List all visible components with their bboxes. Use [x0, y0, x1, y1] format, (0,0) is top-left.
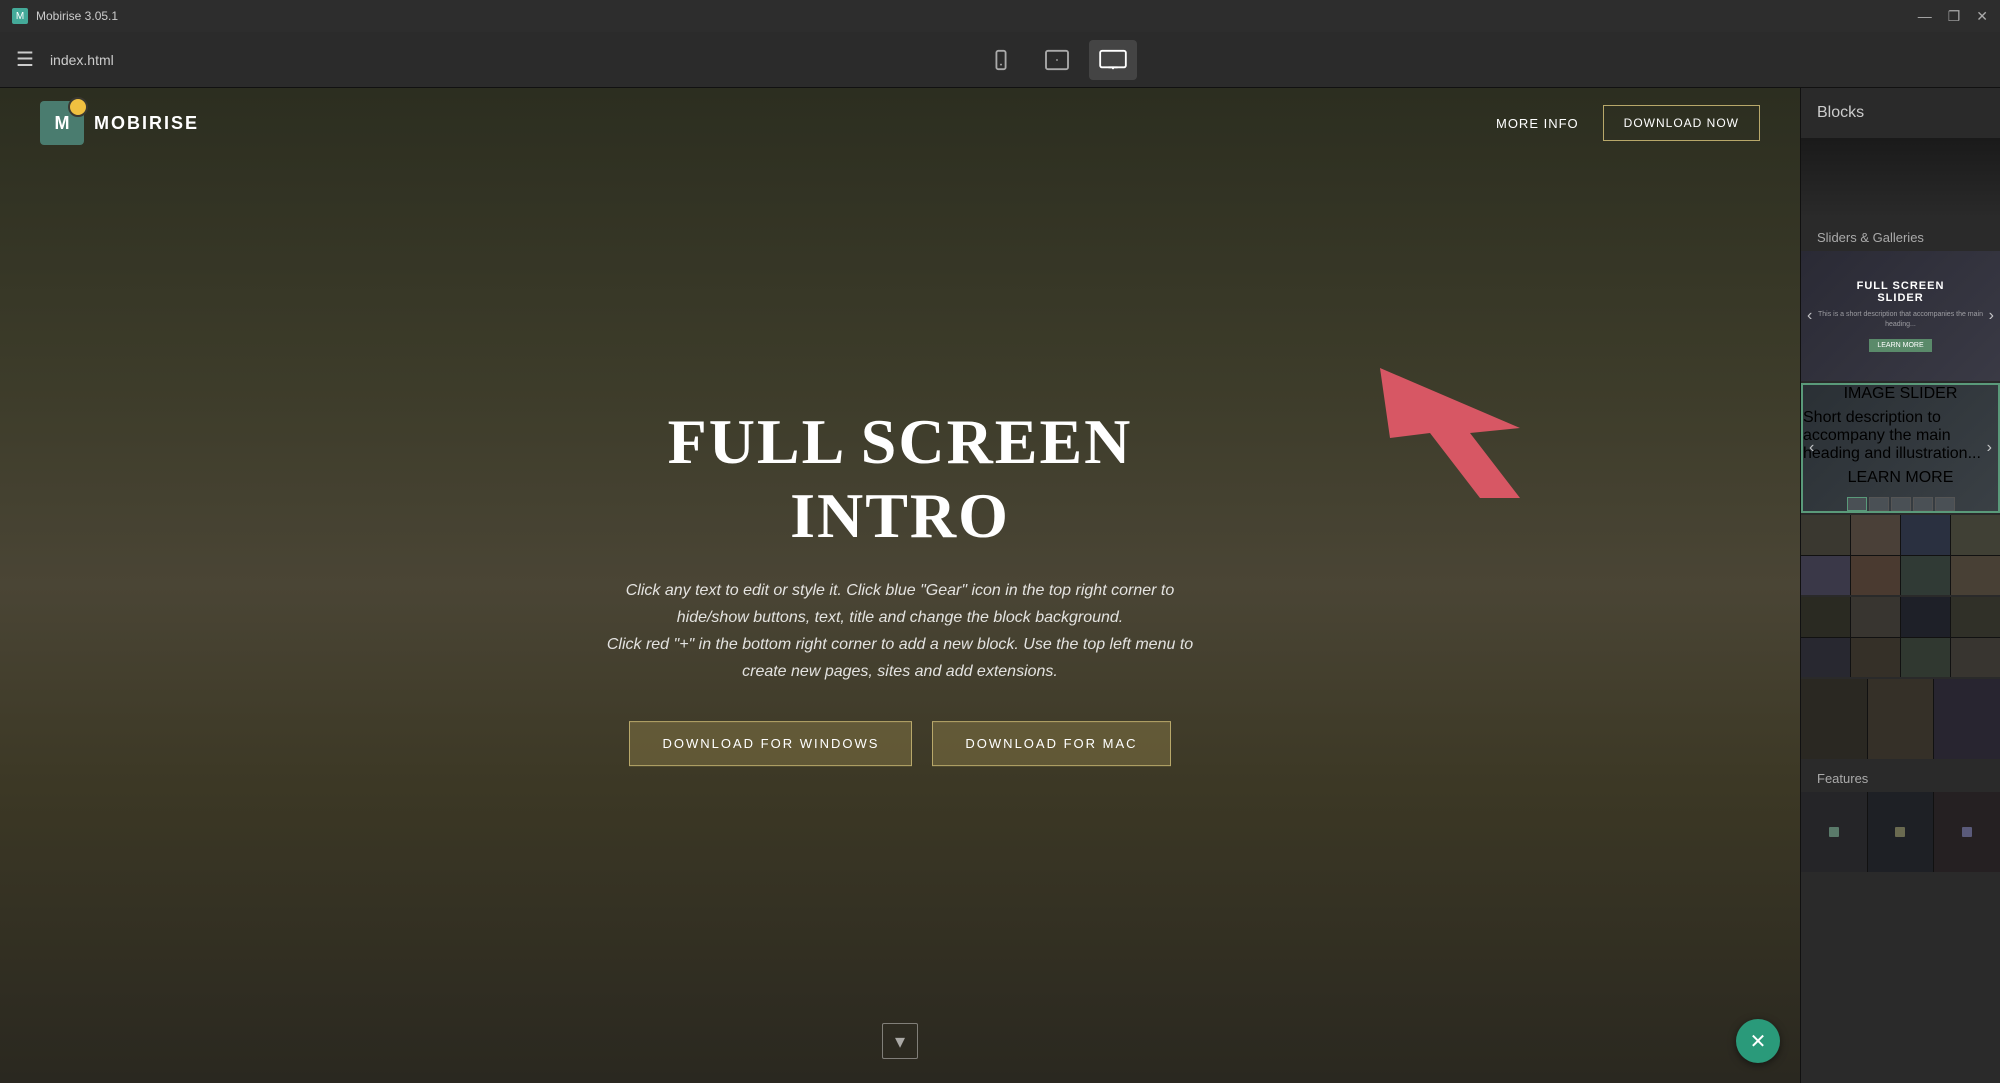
close-button[interactable]: ✕: [1976, 8, 1988, 25]
thumb-cell: [1851, 556, 1900, 596]
section-label-features: Features: [1801, 761, 2000, 792]
bp-is-arrow-left: ‹: [1809, 439, 1814, 457]
thumb-cell: [1851, 597, 1900, 637]
site-nav-right: MORE INFO DOWNLOAD NOW: [1496, 105, 1760, 141]
titlebar: M Mobirise 3.05.1 — ❐ ✕: [0, 0, 2000, 32]
thumb-cell: [1801, 638, 1850, 678]
bp-arrow-right: ›: [1989, 307, 1994, 325]
logo-text: MOBIRISE: [94, 113, 199, 134]
thumb-cell: [1901, 638, 1950, 678]
bp-image-slider-title: IMAGE SLIDER: [1844, 385, 1958, 403]
bp-thumb-4: [1913, 497, 1933, 511]
thumb-cell: [1801, 556, 1850, 596]
feature-cell: [1934, 792, 2000, 872]
toolbar: ☰ index.html: [0, 32, 2000, 88]
block-preview-gallery-1[interactable]: [1801, 515, 2000, 595]
tablet-view-button[interactable]: [1033, 40, 1081, 80]
feature-cell: [1801, 792, 1867, 872]
thumb-cell: [1868, 679, 1934, 759]
download-mac-button[interactable]: DOWNLOAD FOR MAC: [932, 721, 1170, 766]
thumb-cell: [1801, 515, 1850, 555]
close-fab-button[interactable]: ✕: [1736, 1019, 1780, 1063]
device-switcher: [977, 40, 1137, 80]
app-icon: M: [12, 8, 28, 24]
thumb-cell: [1851, 638, 1900, 678]
bp-image-slider-desc: Short description to accompany the main …: [1803, 409, 1998, 463]
gallery-grid-3: [1801, 679, 2000, 759]
hero-content: FULL SCREEN INTRO Click any text to edit…: [550, 405, 1250, 767]
thumb-cell: [1951, 515, 2000, 555]
hero-buttons: DOWNLOAD FOR WINDOWS DOWNLOAD FOR MAC: [550, 721, 1250, 766]
bp-is-arrow-right: ›: [1987, 439, 1992, 457]
menu-icon[interactable]: ☰: [16, 47, 34, 72]
bp-thumb-1: [1847, 497, 1867, 511]
bp-arrow-left: ‹: [1807, 307, 1812, 325]
thumb-cell: [1801, 679, 1867, 759]
mobile-view-button[interactable]: [977, 40, 1025, 80]
thumb-cell: [1801, 597, 1850, 637]
bp-thumbs: [1847, 497, 1955, 511]
feature-cell: [1868, 792, 1934, 872]
feature-icon: [1962, 827, 1972, 837]
thumb-cell: [1934, 679, 2000, 759]
canvas-area: M MOBIRISE MORE INFO DOWNLOAD NOW FULL S…: [0, 88, 1800, 1083]
hero-description: Click any text to edit or style it. Clic…: [550, 577, 1250, 686]
thumb-cell: [1901, 515, 1950, 555]
app-title: Mobirise 3.05.1: [36, 9, 118, 23]
desktop-view-button[interactable]: [1089, 40, 1137, 80]
block-preview-fullscreen-slider[interactable]: ‹ FULL SCREENSLIDER This is a short desc…: [1801, 251, 2000, 381]
nav-more-info[interactable]: MORE INFO: [1496, 116, 1579, 131]
thumb-cell: [1951, 556, 2000, 596]
blocks-sidebar: Blocks Sliders & Galleries ‹ FULL SCREEN…: [1800, 88, 2000, 1083]
gallery-grid-1: [1801, 515, 2000, 595]
bp-fullscreen-title: FULL SCREENSLIDER: [1857, 280, 1945, 304]
gallery-grid-2: [1801, 597, 2000, 677]
bp-image-slider-btn: LEARN MORE: [1848, 469, 1954, 487]
block-preview-features[interactable]: [1801, 792, 2000, 872]
titlebar-left: M Mobirise 3.05.1: [12, 8, 118, 24]
bp-thumb-2: [1869, 497, 1889, 511]
nav-download-btn[interactable]: DOWNLOAD NOW: [1603, 105, 1760, 141]
section-label-sliders: Sliders & Galleries: [1801, 220, 2000, 251]
arrow-indicator: [1380, 368, 1540, 498]
feature-icon: [1829, 827, 1839, 837]
website-preview: M MOBIRISE MORE INFO DOWNLOAD NOW FULL S…: [0, 88, 1800, 1083]
hero-title: FULL SCREEN INTRO: [550, 405, 1250, 553]
thumb-cell: [1901, 597, 1950, 637]
block-preview-gallery-2[interactable]: [1801, 597, 2000, 677]
thumb-cell: [1951, 638, 2000, 678]
bp-fullscreen-btn: LEARN MORE: [1869, 339, 1931, 352]
filename-label: index.html: [50, 52, 114, 68]
logo-icon: M: [40, 101, 84, 145]
thumb-cell: [1901, 556, 1950, 596]
bp-thumb-3: [1891, 497, 1911, 511]
block-preview-image-slider[interactable]: ‹ IMAGE SLIDER Short description to acco…: [1801, 383, 2000, 513]
site-nav: M MOBIRISE MORE INFO DOWNLOAD NOW: [0, 88, 1800, 158]
site-logo: M MOBIRISE: [40, 101, 199, 145]
thumb-cell: [1851, 515, 1900, 555]
main-layout: M MOBIRISE MORE INFO DOWNLOAD NOW FULL S…: [0, 88, 2000, 1083]
restore-button[interactable]: ❐: [1948, 8, 1961, 25]
block-preview-top[interactable]: [1801, 138, 2000, 218]
bp-thumb-5: [1935, 497, 1955, 511]
features-grid: [1801, 792, 2000, 872]
minimize-button[interactable]: —: [1918, 8, 1932, 25]
thumb-cell: [1951, 597, 2000, 637]
window-controls[interactable]: — ❐ ✕: [1918, 8, 1988, 25]
block-preview-gallery-3[interactable]: [1801, 679, 2000, 759]
sidebar-title: Blocks: [1801, 88, 2000, 138]
download-windows-button[interactable]: DOWNLOAD FOR WINDOWS: [629, 721, 912, 766]
bp-fullscreen-desc: This is a short description that accompa…: [1801, 310, 2000, 330]
feature-icon: [1895, 827, 1905, 837]
scroll-down-button[interactable]: ▾: [882, 1023, 918, 1059]
